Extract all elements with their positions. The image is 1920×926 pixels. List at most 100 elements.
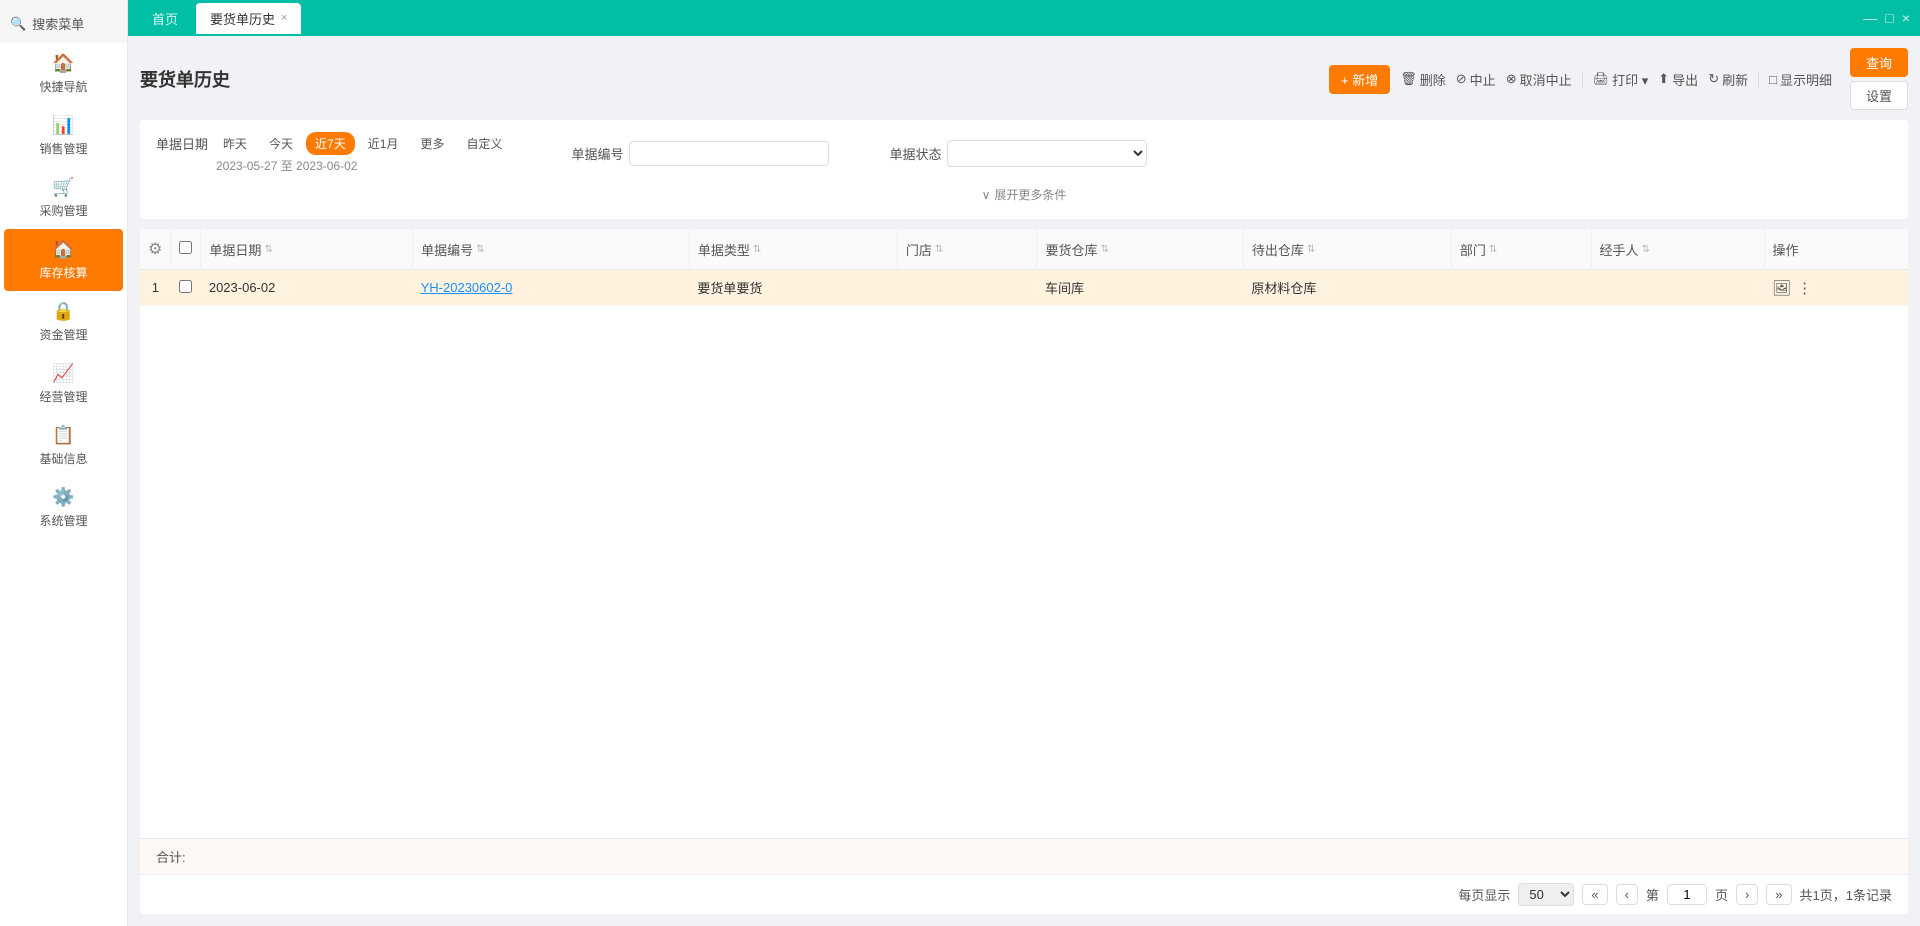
filter-date-btns: 昨天 今天 近7天 近1月 更多 自定义 <box>214 132 511 155</box>
order-no-sort-icon[interactable]: ⇅ <box>476 244 484 255</box>
window-minimize-icon[interactable]: — <box>1863 10 1877 26</box>
query-button[interactable]: 查询 <box>1850 48 1908 77</box>
th-store: 门店 ⇅ <box>897 229 1037 270</box>
type-sort-icon[interactable]: ⇅ <box>753 244 761 255</box>
window-restore-icon[interactable]: □ <box>1885 10 1893 26</box>
tab-order-history[interactable]: 要货单历史 × <box>196 3 301 34</box>
th-type-label: 单据类型 <box>698 240 750 259</box>
status-label: 单据状态 <box>889 144 941 163</box>
row-more-icon[interactable]: ⋮ <box>1797 279 1812 297</box>
window-close-icon[interactable]: × <box>1902 10 1910 26</box>
delete-button[interactable]: 🗑 删除 <box>1400 70 1446 89</box>
sidebar-item-label: 快捷导航 <box>39 78 87 95</box>
handler-sort-icon[interactable]: ⇅ <box>1642 244 1650 255</box>
system-icon: ⚙️ <box>52 487 74 508</box>
dept-sort-icon[interactable]: ⇅ <box>1489 244 1497 255</box>
export-button[interactable]: ⬆ 导出 <box>1658 70 1698 89</box>
tab-close-icon[interactable]: × <box>281 12 287 24</box>
cancel-stop-icon: ⊗ <box>1506 71 1517 87</box>
date-filter-label: 单据日期 <box>156 134 208 153</box>
header-actions: + 新增 🗑 删除 ⊘ 中止 ⊗ 取消中止 🖨 打印 ▾ <box>1329 48 1908 110</box>
date-btn-last7days[interactable]: 近7天 <box>306 132 355 155</box>
select-all-checkbox[interactable] <box>179 241 192 254</box>
tab-actions: — □ × <box>1863 10 1910 26</box>
next-page-btn[interactable]: › <box>1736 884 1758 905</box>
row-dept <box>1451 270 1591 306</box>
print-button[interactable]: 🖨 打印 ▾ <box>1593 70 1649 89</box>
sidebar-item-operations[interactable]: 📈 经营管理 <box>0 353 127 415</box>
print-icon: 🖨 <box>1593 71 1610 87</box>
th-actions: 操作 <box>1764 229 1908 270</box>
row-checkbox[interactable] <box>179 280 192 293</box>
date-range-text: 2023-05-27 至 2023-06-02 <box>216 157 357 174</box>
export-icon: ⬆ <box>1658 71 1669 87</box>
row-type: 要货单要货 <box>689 270 897 306</box>
new-button[interactable]: + 新增 <box>1329 65 1390 94</box>
first-page-btn[interactable]: « <box>1582 884 1607 905</box>
pending-warehouse-sort-icon[interactable]: ⇅ <box>1307 244 1315 255</box>
delete-label: 删除 <box>1420 70 1446 89</box>
last-page-btn[interactable]: » <box>1766 884 1791 905</box>
row-action-icons: 🖼 ⋮ <box>1772 279 1900 297</box>
sidebar-item-quick-nav[interactable]: 🏠 快捷导航 <box>0 43 127 105</box>
th-req-warehouse: 要货仓库 ⇅ <box>1037 229 1243 270</box>
sidebar-item-purchase[interactable]: 🛒 采购管理 <box>0 167 127 229</box>
row-view-icon[interactable]: 🖼 <box>1772 279 1791 297</box>
sidebar-item-label: 系统管理 <box>39 512 87 529</box>
expand-more-btn[interactable]: ∨ 展开更多条件 <box>156 182 1892 207</box>
pagination-bar: 每页显示 10 20 50 100 « ‹ 第 页 › » 共1页，1条记录 <box>140 874 1908 914</box>
sidebar-item-label: 经营管理 <box>39 388 87 405</box>
search-icon: 🔍 <box>10 16 26 32</box>
th-dept-label: 部门 <box>1460 240 1486 259</box>
date-btn-yesterday[interactable]: 昨天 <box>214 132 256 155</box>
store-sort-icon[interactable]: ⇅ <box>935 244 943 255</box>
total-info: 共1页，1条记录 <box>1800 885 1892 904</box>
page-header: 要货单历史 + 新增 🗑 删除 ⊘ 中止 ⊗ 取消中止 🖨 打 <box>140 48 1908 110</box>
th-order-no: 单据编号 ⇅ <box>413 229 690 270</box>
refresh-label: 刷新 <box>1722 70 1748 89</box>
stop-button[interactable]: ⊘ 中止 <box>1456 70 1496 89</box>
cancel-stop-button[interactable]: ⊗ 取消中止 <box>1506 70 1572 89</box>
th-order-no-label: 单据编号 <box>421 240 473 259</box>
th-date-label: 单据日期 <box>209 240 261 259</box>
th-date: 单据日期 ⇅ <box>201 229 413 270</box>
sidebar-item-sales[interactable]: 📊 销售管理 <box>0 105 127 167</box>
settings-button[interactable]: 设置 <box>1850 81 1908 110</box>
th-checkbox <box>171 229 201 270</box>
date-btn-custom[interactable]: 自定义 <box>457 132 511 155</box>
row-order-no-link[interactable]: YH-20230602-0 <box>421 280 513 295</box>
sidebar-item-finance[interactable]: 🔒 资金管理 <box>0 291 127 353</box>
lock-icon: 🔒 <box>52 301 74 322</box>
cancel-stop-label: 取消中止 <box>1520 70 1572 89</box>
th-settings: ⚙ <box>140 229 171 270</box>
req-warehouse-sort-icon[interactable]: ⇅ <box>1100 244 1108 255</box>
prev-page-btn[interactable]: ‹ <box>1616 884 1638 905</box>
page-number-input[interactable] <box>1667 884 1707 905</box>
date-btn-today[interactable]: 今天 <box>260 132 302 155</box>
order-no-input[interactable] <box>629 141 829 166</box>
table-settings-icon[interactable]: ⚙ <box>148 241 162 258</box>
date-btn-more[interactable]: 更多 <box>411 132 453 155</box>
page-size-select[interactable]: 10 20 50 100 <box>1518 883 1574 906</box>
tab-home[interactable]: 首页 <box>138 3 192 34</box>
tab-home-label: 首页 <box>152 9 178 28</box>
status-select[interactable] <box>947 140 1147 167</box>
sidebar-item-label: 基础信息 <box>39 450 87 467</box>
date-btn-last1month[interactable]: 近1月 <box>359 132 408 155</box>
tab-order-history-label: 要货单历史 <box>210 9 275 28</box>
th-handler-label: 经手人 <box>1600 240 1639 259</box>
th-pending-warehouse: 待出仓库 ⇅ <box>1243 229 1451 270</box>
sidebar-item-basic-info[interactable]: 📋 基础信息 <box>0 415 127 477</box>
sidebar-item-inventory[interactable]: 🏠 库存核算 <box>4 229 123 291</box>
chart-icon: 📊 <box>52 115 74 136</box>
refresh-button[interactable]: ↻ 刷新 <box>1708 70 1748 89</box>
sidebar-search-label: 搜索菜单 <box>32 14 84 33</box>
sidebar-search[interactable]: 🔍 搜索菜单 <box>0 0 127 43</box>
home-icon: 🏠 <box>52 53 74 74</box>
show-detail-button[interactable]: □ 显示明细 <box>1769 70 1832 89</box>
date-sort-icon[interactable]: ⇅ <box>264 244 272 255</box>
sidebar-item-system[interactable]: ⚙️ 系统管理 <box>0 477 127 539</box>
main-area: 首页 要货单历史 × — □ × 要货单历史 + 新增 🗑 删除 ⊘ <box>128 0 1920 926</box>
th-dept: 部门 ⇅ <box>1451 229 1591 270</box>
row-order-no: YH-20230602-0 <box>413 270 690 306</box>
